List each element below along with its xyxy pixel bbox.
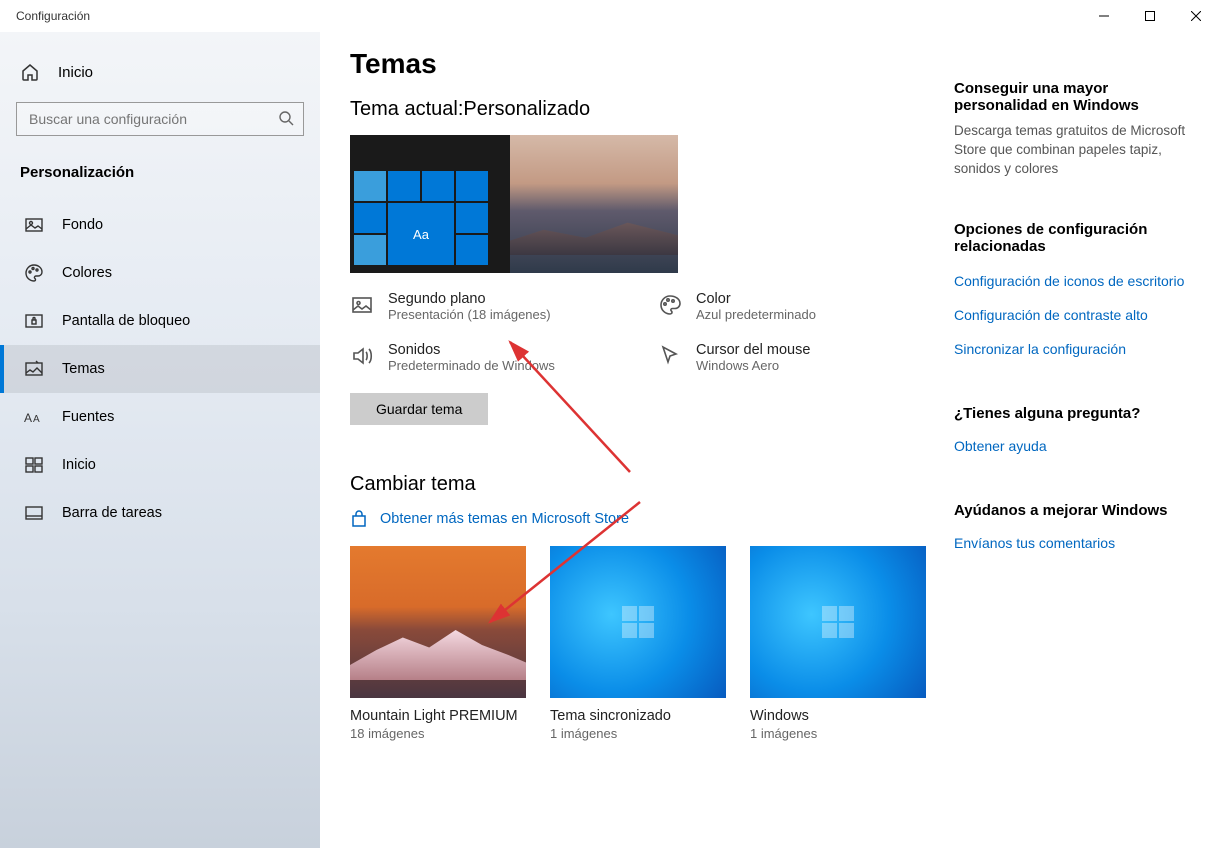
sidebar-item-label: Fuentes — [62, 409, 114, 425]
svg-text:A: A — [33, 414, 40, 425]
theme-preview[interactable]: Aa — [350, 135, 678, 273]
sidebar-item-label: Fondo — [62, 217, 103, 233]
theme-thumbnail — [750, 546, 926, 698]
improve-heading: Ayúdanos a mejorar Windows — [954, 502, 1189, 519]
link-icon-config[interactable]: Configuración de iconos de escritorio — [954, 273, 1189, 289]
current-theme-heading: Tema actual:Personalizado — [350, 98, 926, 121]
prop-cursor[interactable]: Cursor del mouse Windows Aero — [658, 342, 926, 373]
theme-subtitle: 1 imágenes — [750, 726, 926, 741]
prop-title: Color — [696, 291, 816, 307]
prop-color[interactable]: Color Azul predeterminado — [658, 291, 926, 322]
prop-title: Segundo plano — [388, 291, 551, 307]
cursor-icon — [658, 344, 682, 368]
lock-screen-icon — [24, 311, 44, 331]
fonts-icon: AA — [24, 407, 44, 427]
minimize-button[interactable] — [1081, 0, 1127, 32]
sidebar-item-fondo[interactable]: Fondo — [0, 201, 320, 249]
question-heading: ¿Tienes alguna pregunta? — [954, 405, 1189, 422]
personality-heading: Conseguir una mayor personalidad en Wind… — [954, 80, 1189, 114]
section-header: Personalización — [0, 148, 320, 201]
sidebar: Inicio Personalización Fondo Colores Pan… — [0, 32, 320, 848]
sound-icon — [350, 344, 374, 368]
related-heading: Opciones de configuración relacionadas — [954, 221, 1189, 255]
prop-value: Windows Aero — [696, 358, 810, 373]
prop-value: Predeterminado de Windows — [388, 358, 555, 373]
link-sync-config[interactable]: Sincronizar la configuración — [954, 341, 1189, 357]
palette-icon — [658, 293, 682, 317]
maximize-button[interactable] — [1127, 0, 1173, 32]
personality-description: Descarga temas gratuitos de Microsoft St… — [954, 122, 1189, 179]
sidebar-item-fuentes[interactable]: AA Fuentes — [0, 393, 320, 441]
sidebar-item-label: Colores — [62, 265, 112, 281]
sidebar-item-label: Inicio — [62, 457, 96, 473]
theme-card-windows[interactable]: Windows 1 imágenes — [750, 546, 926, 741]
theme-title: Tema sincronizado — [550, 708, 726, 724]
home-button[interactable]: Inicio — [0, 52, 320, 92]
sidebar-item-temas[interactable]: Temas — [0, 345, 320, 393]
search-input[interactable] — [16, 102, 304, 136]
palette-icon — [24, 263, 44, 283]
home-label: Inicio — [58, 64, 93, 81]
theme-subtitle: 1 imágenes — [550, 726, 726, 741]
sidebar-item-colores[interactable]: Colores — [0, 249, 320, 297]
prop-value: Presentación (18 imágenes) — [388, 307, 551, 322]
theme-card-sync[interactable]: Tema sincronizado 1 imágenes — [550, 546, 726, 741]
theme-title: Windows — [750, 708, 926, 724]
store-icon — [350, 510, 368, 528]
page-title: Temas — [350, 48, 926, 80]
sidebar-item-label: Temas — [62, 361, 105, 377]
sidebar-item-label: Barra de tareas — [62, 505, 162, 521]
prop-title: Cursor del mouse — [696, 342, 810, 358]
window-title: Configuración — [16, 9, 90, 23]
picture-icon — [350, 293, 374, 317]
preview-tile-text: Aa — [388, 203, 454, 265]
theme-title: Mountain Light PREMIUM — [350, 708, 526, 724]
prop-title: Sonidos — [388, 342, 555, 358]
sidebar-item-inicio[interactable]: Inicio — [0, 441, 320, 489]
theme-card-mountain[interactable]: Mountain Light PREMIUM 18 imágenes — [350, 546, 526, 741]
save-theme-button[interactable]: Guardar tema — [350, 393, 488, 425]
sidebar-item-label: Pantalla de bloqueo — [62, 313, 190, 329]
link-contrast-config[interactable]: Configuración de contraste alto — [954, 307, 1189, 323]
home-icon — [20, 62, 40, 82]
themes-icon — [24, 359, 44, 379]
close-button[interactable] — [1173, 0, 1219, 32]
sidebar-item-pantalla-bloqueo[interactable]: Pantalla de bloqueo — [0, 297, 320, 345]
titlebar: Configuración — [0, 0, 1219, 32]
prop-value: Azul predeterminado — [696, 307, 816, 322]
help-link[interactable]: Obtener ayuda — [954, 438, 1189, 454]
sidebar-item-barra-tareas[interactable]: Barra de tareas — [0, 489, 320, 537]
window-controls — [1081, 0, 1219, 32]
theme-thumbnail — [550, 546, 726, 698]
picture-icon — [24, 215, 44, 235]
prop-sounds[interactable]: Sonidos Predeterminado de Windows — [350, 342, 618, 373]
theme-subtitle: 18 imágenes — [350, 726, 526, 741]
taskbar-icon — [24, 503, 44, 523]
store-link-label: Obtener más temas en Microsoft Store — [380, 511, 629, 527]
theme-thumbnail — [350, 546, 526, 698]
prop-background[interactable]: Segundo plano Presentación (18 imágenes) — [350, 291, 618, 322]
feedback-link[interactable]: Envíanos tus comentarios — [954, 535, 1189, 551]
start-icon — [24, 455, 44, 475]
change-theme-heading: Cambiar tema — [350, 473, 926, 496]
store-link[interactable]: Obtener más temas en Microsoft Store — [350, 510, 926, 528]
svg-text:A: A — [24, 411, 32, 425]
